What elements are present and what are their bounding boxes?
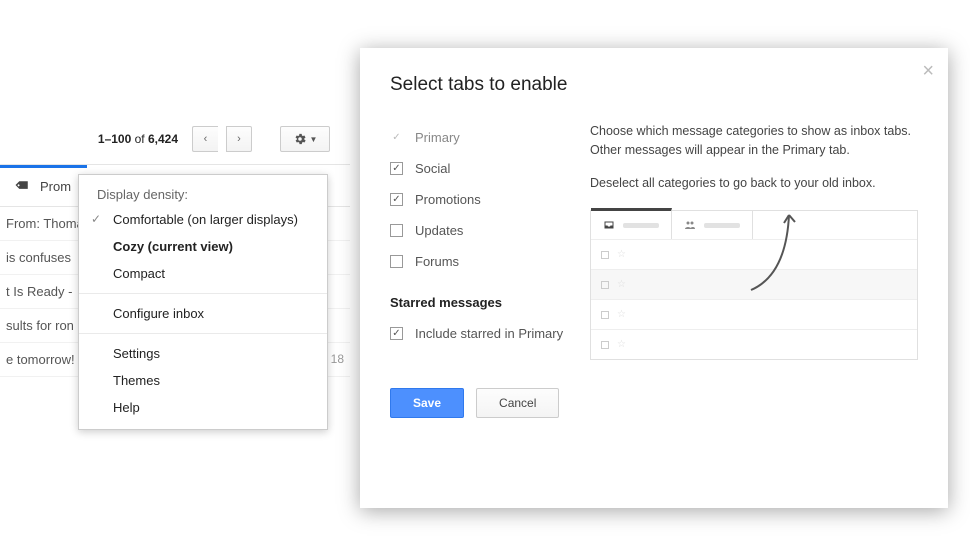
- people-icon: [684, 219, 696, 231]
- category-primary: Primary: [390, 122, 570, 153]
- menu-configure-inbox[interactable]: Configure inbox: [79, 300, 327, 327]
- category-label: Primary: [415, 130, 460, 145]
- menu-separator: [79, 333, 327, 334]
- settings-gear-button[interactable]: ▼: [280, 126, 330, 152]
- preview-tab-primary: [591, 208, 672, 239]
- save-button[interactable]: Save: [390, 388, 464, 418]
- tabs-preview: ☆ ☆ ☆ ☆: [590, 210, 918, 360]
- checkbox-icon: [390, 131, 403, 144]
- preview-tab-social: [672, 211, 753, 239]
- preview-row: ☆: [591, 269, 917, 299]
- preview-row: ☆: [591, 329, 917, 359]
- row-text: From: Thoma: [6, 216, 84, 231]
- menu-section-title: Display density:: [79, 183, 327, 206]
- checkbox[interactable]: [390, 193, 403, 206]
- menu-settings[interactable]: Settings: [79, 340, 327, 367]
- menu-item-label: Settings: [113, 346, 160, 361]
- option-label: Include starred in Primary: [415, 326, 563, 341]
- preview-row: ☆: [591, 239, 917, 269]
- description-text: Choose which message categories to show …: [590, 122, 918, 160]
- row-text: sults for ron: [6, 318, 74, 333]
- menu-density-comfortable[interactable]: ✓ Comfortable (on larger displays): [79, 206, 327, 233]
- menu-density-compact[interactable]: Compact: [79, 260, 327, 287]
- description-column: Choose which message categories to show …: [590, 122, 918, 360]
- count-total: 6,424: [148, 132, 178, 146]
- menu-item-label: Help: [113, 400, 140, 415]
- preview-row: ☆: [591, 299, 917, 329]
- gear-icon: [293, 132, 307, 146]
- prev-page-button[interactable]: ‹: [192, 126, 218, 152]
- toolbar: 1–100 of 6,424 ‹ › ▼: [0, 120, 350, 165]
- category-label: Promotions: [415, 192, 481, 207]
- inbox-icon: [603, 219, 615, 231]
- category-updates[interactable]: Updates: [390, 215, 570, 246]
- menu-item-label: Cozy (current view): [113, 239, 233, 254]
- menu-item-label: Compact: [113, 266, 165, 281]
- category-label: Social: [415, 161, 450, 176]
- category-forums[interactable]: Forums: [390, 246, 570, 277]
- category-label: Forums: [415, 254, 459, 269]
- category-promotions[interactable]: Promotions: [390, 184, 570, 215]
- count-range: 1–100: [98, 132, 131, 146]
- checkbox[interactable]: [390, 255, 403, 268]
- checkbox[interactable]: [390, 224, 403, 237]
- count-of: of: [135, 132, 145, 146]
- tab-label: Prom: [40, 179, 71, 194]
- dialog-title: Select tabs to enable: [390, 74, 918, 96]
- starred-heading: Starred messages: [390, 295, 570, 310]
- row-text: t Is Ready -: [6, 284, 72, 299]
- menu-themes[interactable]: Themes: [79, 367, 327, 394]
- category-label: Updates: [415, 223, 463, 238]
- menu-help[interactable]: Help: [79, 394, 327, 421]
- placeholder-bar: [704, 223, 740, 228]
- checkbox[interactable]: [390, 327, 403, 340]
- tag-icon: [13, 175, 36, 198]
- dropdown-caret-icon: ▼: [310, 135, 318, 144]
- settings-dropdown-menu: Display density: ✓ Comfortable (on large…: [78, 174, 328, 430]
- checkbox[interactable]: [390, 162, 403, 175]
- menu-item-label: Themes: [113, 373, 160, 388]
- menu-item-label: Configure inbox: [113, 306, 204, 321]
- row-text: is confuses: [6, 250, 71, 265]
- close-button[interactable]: ×: [922, 60, 934, 83]
- dialog-footer: Save Cancel: [390, 388, 918, 418]
- tab-promotions[interactable]: Prom: [0, 165, 87, 206]
- configure-inbox-dialog: × Select tabs to enable Primary Social P…: [360, 48, 948, 508]
- next-page-button[interactable]: ›: [226, 126, 252, 152]
- description-text: Deselect all categories to go back to yo…: [590, 174, 918, 193]
- category-social[interactable]: Social: [390, 153, 570, 184]
- message-count: 1–100 of 6,424: [98, 132, 178, 146]
- checkmark-icon: ✓: [91, 212, 101, 226]
- categories-column: Primary Social Promotions Updates Forums…: [390, 122, 570, 360]
- menu-item-label: Comfortable (on larger displays): [113, 212, 298, 227]
- placeholder-bar: [623, 223, 659, 228]
- menu-density-cozy[interactable]: Cozy (current view): [79, 233, 327, 260]
- include-starred-option[interactable]: Include starred in Primary: [390, 318, 570, 349]
- menu-separator: [79, 293, 327, 294]
- cancel-button[interactable]: Cancel: [476, 388, 559, 418]
